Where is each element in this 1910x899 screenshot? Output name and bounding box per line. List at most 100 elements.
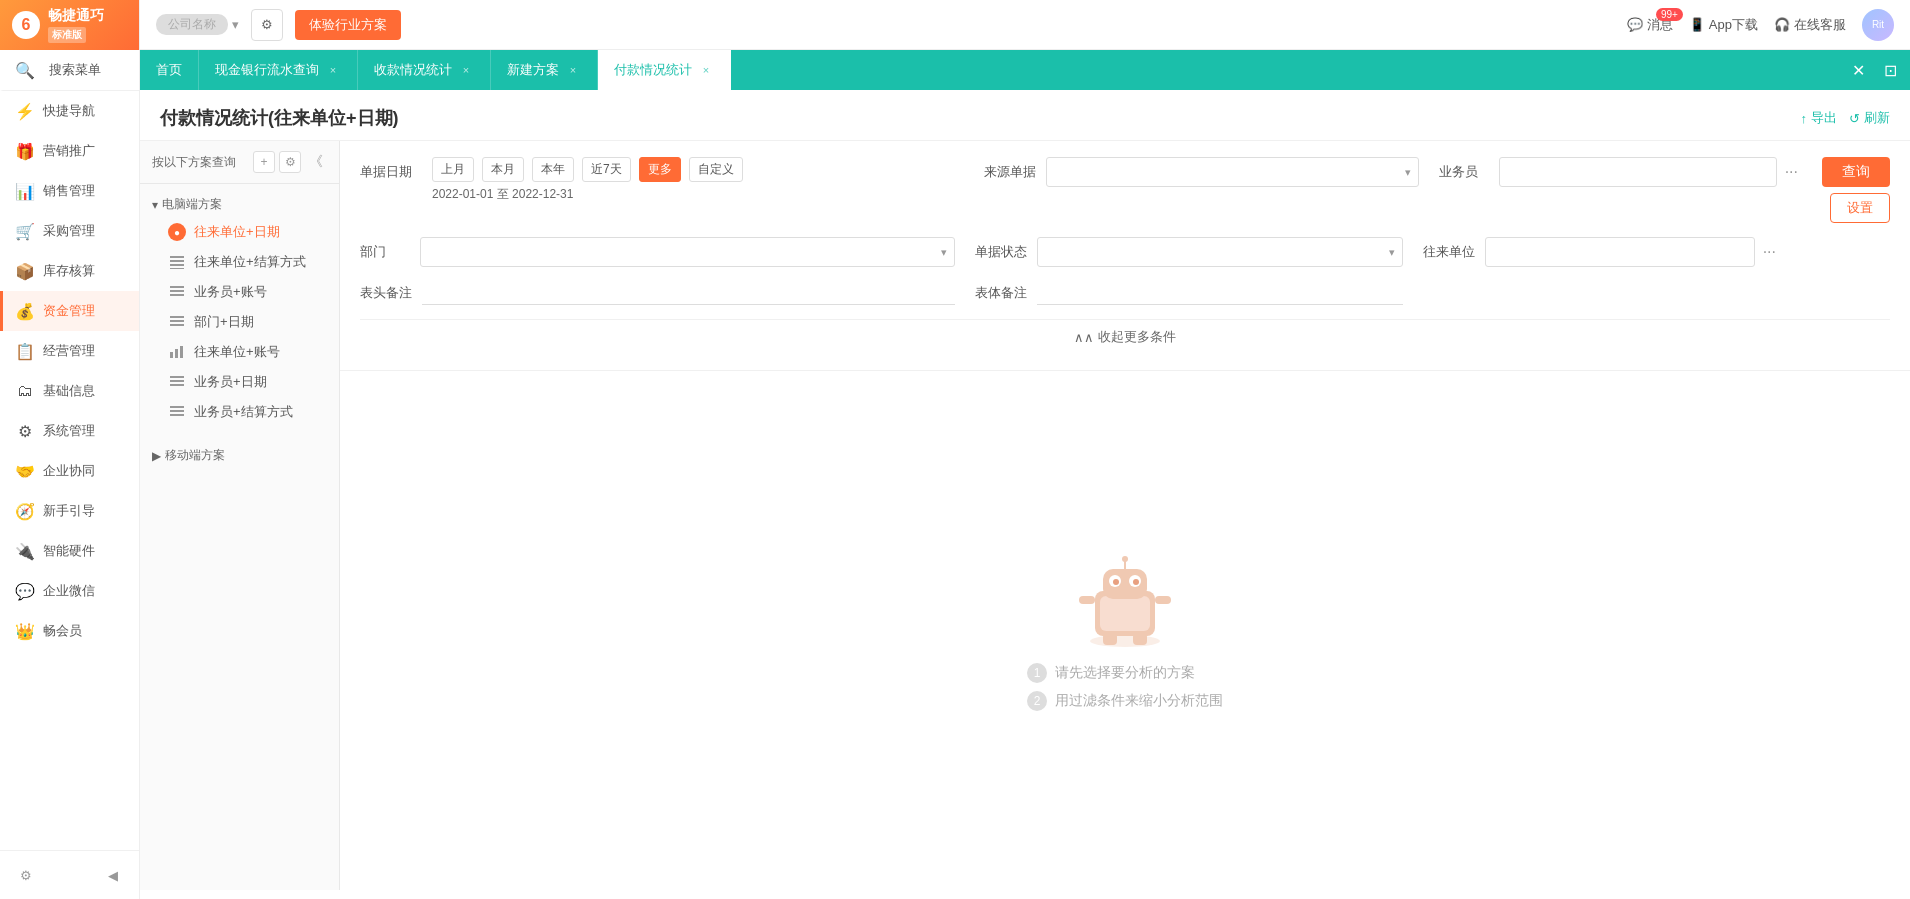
messages-button[interactable]: 💬 消息 99+: [1627, 16, 1673, 34]
tab-receipt-stats[interactable]: 收款情况统计 ×: [358, 50, 491, 90]
refresh-label: 刷新: [1864, 109, 1890, 127]
date-btn-this-year[interactable]: 本年: [532, 157, 574, 182]
scheme-header: 按以下方案查询 + ⚙ 《: [140, 141, 339, 184]
voucher-status-control: [1037, 237, 1403, 267]
scheme-item-label: 往来单位+结算方式: [194, 253, 306, 271]
nav-label: 营销推广: [43, 142, 95, 160]
scheme-item-label: 往来单位+日期: [194, 223, 280, 241]
scheme-item-salesman-settlement[interactable]: 业务员+结算方式: [140, 397, 339, 427]
sidebar-item-smart-hw[interactable]: 🔌 智能硬件: [0, 531, 139, 571]
header-note-input[interactable]: [422, 281, 955, 305]
sidebar-item-operations[interactable]: 📋 经营管理: [0, 331, 139, 371]
body-note-input[interactable]: [1037, 281, 1403, 305]
tab-new-scheme-close[interactable]: ×: [565, 62, 581, 78]
date-btn-custom[interactable]: 自定义: [689, 157, 743, 182]
source-select-wrap[interactable]: [1046, 157, 1419, 187]
sidebar-item-purchase[interactable]: 🛒 采购管理: [0, 211, 139, 251]
voucher-select[interactable]: [1037, 237, 1403, 267]
page-content-area: 付款情况统计(往来单位+日期) ↑ 导出 ↺ 刷新 按以下方案查询 +: [140, 90, 1910, 899]
avatar-text: Rit: [1872, 19, 1884, 30]
tab-receipt-stats-close[interactable]: ×: [458, 62, 474, 78]
scheme-item-salesman-account[interactable]: 业务员+账号: [140, 277, 339, 307]
tab-home[interactable]: 首页: [140, 50, 199, 90]
sidebar-item-member[interactable]: 👑 畅会员: [0, 611, 139, 651]
nav-label: 资金管理: [43, 302, 95, 320]
scheme-header-controls: + ⚙ 《: [253, 151, 327, 173]
tab-close-all-btn[interactable]: ✕: [1846, 58, 1870, 82]
svg-rect-3: [170, 268, 184, 269]
query-panel: 按以下方案查询 + ⚙ 《 ▾ 电脑端方案 ●: [140, 141, 1910, 890]
tab-payment-stats[interactable]: 付款情况统计 ×: [598, 50, 731, 90]
tab-bank-flow[interactable]: 现金银行流水查询 ×: [199, 50, 358, 90]
sidebar-item-quick-nav[interactable]: ⚡ 快捷导航: [0, 91, 139, 131]
svg-rect-4: [170, 286, 184, 288]
scheme-item-dept-date[interactable]: 部门+日期: [140, 307, 339, 337]
date-btn-this-month[interactable]: 本月: [482, 157, 524, 182]
source-select[interactable]: [1046, 157, 1419, 187]
body-note-field: 表体备注: [975, 281, 1403, 305]
dropdown-icon[interactable]: ▾: [232, 17, 239, 32]
tab-receipt-stats-label: 收款情况统计: [374, 61, 452, 79]
date-btn-7days[interactable]: 近7天: [582, 157, 631, 182]
scheme-item-counterparty-settlement[interactable]: 往来单位+结算方式: [140, 247, 339, 277]
tab-bank-flow-close[interactable]: ×: [325, 62, 341, 78]
scheme-settings-btn[interactable]: ⚙: [279, 151, 301, 173]
dept-select[interactable]: [420, 237, 955, 267]
dept-label: 部门: [360, 243, 410, 261]
dept-select-wrap[interactable]: [420, 237, 955, 267]
scheme-group-desktop-title[interactable]: ▾ 电脑端方案: [140, 192, 339, 217]
salesman-input[interactable]: [1499, 157, 1776, 187]
counterparty-input[interactable]: [1485, 237, 1755, 267]
sidebar-item-wechat[interactable]: 💬 企业微信: [0, 571, 139, 611]
scheme-item-counterparty-date[interactable]: ● 往来单位+日期: [140, 217, 339, 247]
enterprise-icon: 🤝: [15, 461, 35, 481]
sidebar-item-search[interactable]: 🔍 搜索菜单: [0, 50, 139, 91]
svg-rect-10: [170, 352, 173, 358]
sidebar-collapse-btn[interactable]: ◀: [99, 861, 127, 889]
scheme-collapse-btn[interactable]: 《: [305, 151, 327, 173]
salesman-dots-btn[interactable]: ···: [1781, 163, 1802, 181]
svg-rect-1: [170, 260, 184, 262]
filter-settings-button[interactable]: 设置: [1830, 193, 1890, 223]
guide-icon: 🧭: [15, 501, 35, 521]
sidebar-item-sales[interactable]: 📊 销售管理: [0, 171, 139, 211]
tab-payment-stats-close[interactable]: ×: [698, 62, 714, 78]
download-button[interactable]: 📱 App下载: [1689, 16, 1758, 34]
svg-rect-0: [170, 256, 184, 258]
scheme-item-active-icon: ●: [168, 223, 186, 241]
counterparty-dots-btn[interactable]: ···: [1759, 243, 1780, 261]
service-button[interactable]: 🎧 在线客服: [1774, 16, 1846, 34]
user-avatar[interactable]: Rit: [1862, 9, 1894, 41]
voucher-select-wrap[interactable]: [1037, 237, 1403, 267]
query-button[interactable]: 查询: [1822, 157, 1890, 187]
nav-label: 销售管理: [43, 182, 95, 200]
nav-label: 智能硬件: [43, 542, 95, 560]
trial-button[interactable]: 体验行业方案: [295, 10, 401, 40]
date-btn-more[interactable]: 更多: [639, 157, 681, 182]
refresh-button[interactable]: ↺ 刷新: [1849, 109, 1890, 127]
sidebar-settings-btn[interactable]: ⚙: [12, 861, 40, 889]
header-settings-button[interactable]: ⚙: [251, 9, 283, 41]
date-btn-last-month[interactable]: 上月: [432, 157, 474, 182]
sidebar-item-basic-info[interactable]: 🗂 基础信息: [0, 371, 139, 411]
svg-point-19: [1090, 635, 1160, 647]
svg-rect-8: [170, 320, 184, 322]
scheme-group-mobile-title[interactable]: ▶ 移动端方案: [140, 443, 339, 468]
sidebar-item-guide[interactable]: 🧭 新手引导: [0, 491, 139, 531]
tab-new-scheme-label: 新建方案: [507, 61, 559, 79]
scheme-add-btn[interactable]: +: [253, 151, 275, 173]
sidebar-item-enterprise[interactable]: 🤝 企业协同: [0, 451, 139, 491]
sidebar-item-system[interactable]: ⚙ 系统管理: [0, 411, 139, 451]
scheme-item-counterparty-account[interactable]: 往来单位+账号: [140, 337, 339, 367]
nav-label: 基础信息: [43, 382, 95, 400]
tab-maximize-btn[interactable]: ⊡: [1878, 58, 1902, 82]
tab-new-scheme[interactable]: 新建方案 ×: [491, 50, 598, 90]
svg-rect-12: [180, 346, 183, 358]
sidebar-item-marketing[interactable]: 🎁 营销推广: [0, 131, 139, 171]
sidebar-item-funds[interactable]: 💰 资金管理: [0, 291, 139, 331]
scheme-item-salesman-date[interactable]: 业务员+日期: [140, 367, 339, 397]
header-note-control: [422, 281, 955, 305]
sidebar-item-inventory[interactable]: 📦 库存核算: [0, 251, 139, 291]
export-button[interactable]: ↑ 导出: [1801, 109, 1838, 127]
collapse-more-btn[interactable]: ∧∧ 收起更多条件: [360, 319, 1890, 354]
